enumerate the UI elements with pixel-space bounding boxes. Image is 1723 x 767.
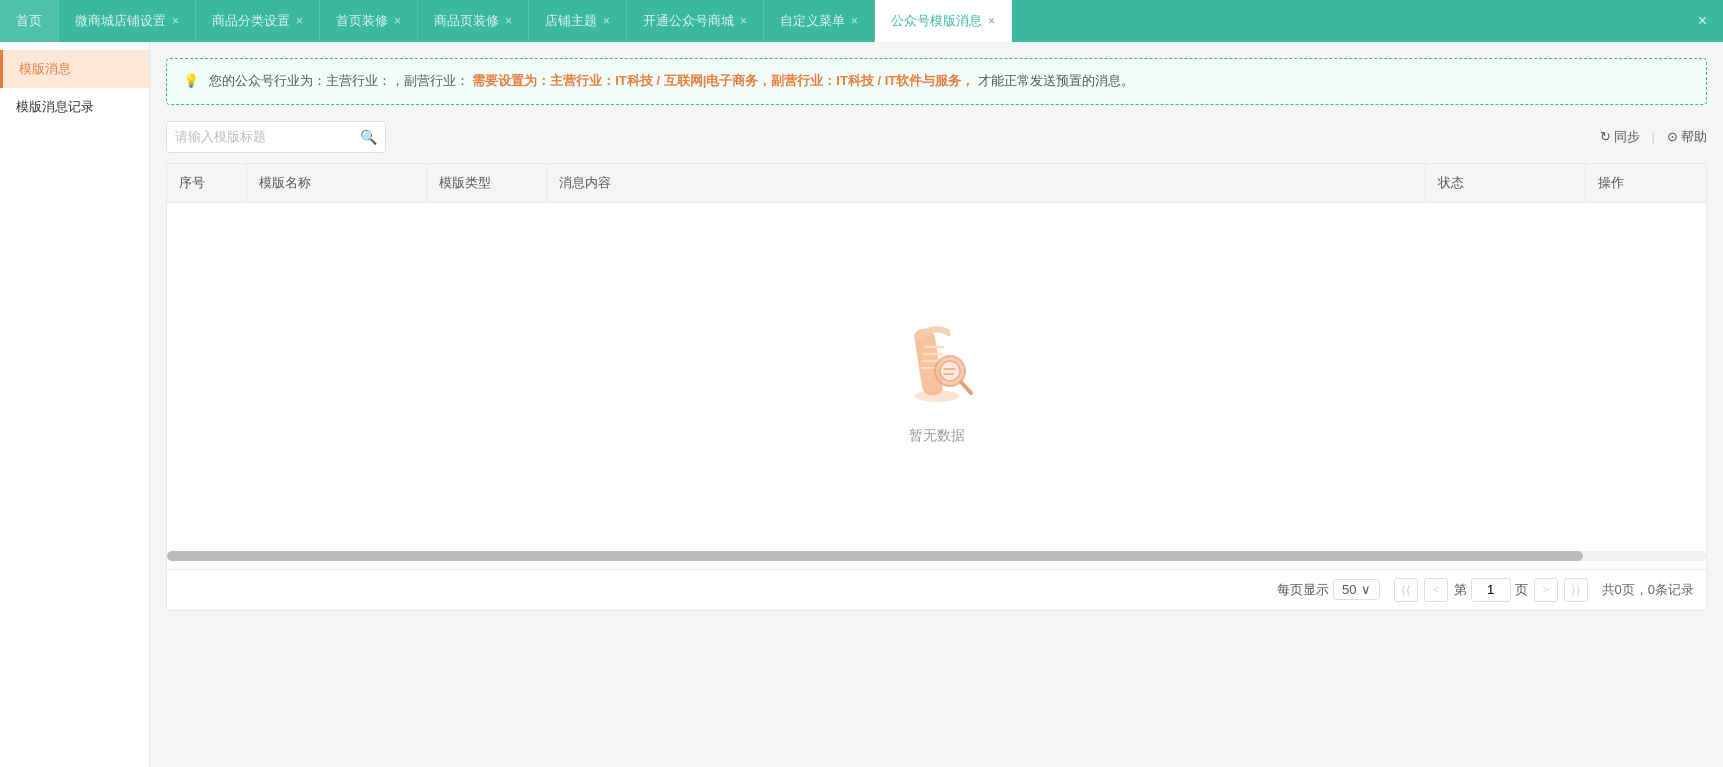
- tab-theme[interactable]: 店铺主题 ×: [529, 0, 627, 42]
- empty-illustration: [887, 311, 987, 411]
- notice-prefix: 您的公众号行业为：主营行业：，副营行业：: [209, 73, 469, 88]
- sidebar-item-label: 模版消息: [19, 61, 71, 76]
- tab-category[interactable]: 商品分类设置 ×: [196, 0, 320, 42]
- search-input[interactable]: [175, 129, 360, 144]
- tab-label: 首页装修: [336, 12, 388, 30]
- window-close-button[interactable]: ×: [1682, 12, 1723, 30]
- empty-state: 暂无数据: [887, 271, 987, 475]
- horizontal-scrollbar[interactable]: [167, 551, 1706, 561]
- tab-close-icon[interactable]: ×: [296, 15, 303, 27]
- sidebar-item-label: 模版消息记录: [16, 99, 94, 114]
- notice-box: 💡 您的公众号行业为：主营行业：，副营行业： 需要设置为：主营行业：IT科技 /…: [166, 58, 1707, 105]
- col-action: 操作: [1586, 164, 1706, 202]
- tab-close-icon[interactable]: ×: [172, 15, 179, 27]
- tab-close-icon[interactable]: ×: [394, 15, 401, 27]
- search-bar: 🔍 ↻ 同步 | ⊙ 帮助: [166, 121, 1707, 153]
- svg-point-6: [940, 361, 960, 381]
- col-name: 模版名称: [247, 164, 427, 202]
- tab-label: 商品页装修: [434, 12, 499, 30]
- page-number-input[interactable]: [1471, 578, 1511, 602]
- sidebar-item-template-record[interactable]: 模版消息记录: [0, 88, 149, 126]
- tab-home[interactable]: 首页: [0, 0, 59, 42]
- tab-label: 店铺主题: [545, 12, 597, 30]
- tab-product-decor[interactable]: 商品页装修 ×: [418, 0, 529, 42]
- prev-page-button[interactable]: ＜: [1424, 578, 1448, 602]
- tab-custom-menu[interactable]: 自定义菜单 ×: [764, 0, 875, 42]
- data-table: 序号 模版名称 模版类型 消息内容 状态 操作: [166, 163, 1707, 611]
- page-input-wrapper: 第 页: [1454, 578, 1528, 602]
- toolbar-right: ↻ 同步 | ⊙ 帮助: [1600, 128, 1707, 146]
- tab-label: 开通公众号商城: [643, 12, 734, 30]
- last-page-button[interactable]: ⟩⟩: [1564, 578, 1588, 602]
- tab-label: 首页: [16, 12, 42, 30]
- search-input-wrapper[interactable]: 🔍: [166, 121, 386, 153]
- sync-button[interactable]: ↻ 同步: [1600, 128, 1640, 146]
- tab-shop-setting[interactable]: 微商城店铺设置 ×: [59, 0, 196, 42]
- col-status: 状态: [1426, 164, 1586, 202]
- table-header: 序号 模版名称 模版类型 消息内容 状态 操作: [167, 164, 1706, 203]
- first-page-button[interactable]: ⟨⟨: [1394, 578, 1418, 602]
- sync-label: 同步: [1614, 128, 1640, 146]
- notice-suffix: 才能正常发送预置的消息。: [978, 73, 1134, 88]
- search-button[interactable]: 🔍: [360, 129, 377, 145]
- chevron-down-icon: ∨: [1361, 582, 1371, 597]
- tab-close-icon[interactable]: ×: [603, 15, 610, 27]
- svg-line-7: [961, 382, 971, 393]
- pagination: 每页显示 50 ∨ ⟨⟨ ＜ 第 页 ＞ ⟩⟩ 共0页，0条记录: [167, 569, 1706, 610]
- content-area: 💡 您的公众号行业为：主营行业：，副营行业： 需要设置为：主营行业：IT科技 /…: [150, 42, 1723, 767]
- empty-text: 暂无数据: [909, 427, 965, 445]
- col-type: 模版类型: [427, 164, 547, 202]
- tab-close-icon[interactable]: ×: [988, 15, 995, 27]
- notice-icon: 💡: [183, 73, 199, 88]
- notice-highlight: 需要设置为：主营行业：IT科技 / 互联网|电子商务，副营行业：IT科技 / I…: [472, 73, 974, 88]
- divider: |: [1652, 129, 1655, 144]
- page-size-value: 50: [1342, 582, 1356, 597]
- next-page-button[interactable]: ＞: [1534, 578, 1558, 602]
- tab-open-shop[interactable]: 开通公众号商城 ×: [627, 0, 764, 42]
- tab-homepage-decor[interactable]: 首页装修 ×: [320, 0, 418, 42]
- total-info: 共0页，0条记录: [1602, 581, 1694, 599]
- scrollbar-thumb: [167, 551, 1583, 561]
- sidebar-item-template-message[interactable]: 模版消息: [0, 50, 149, 88]
- page-size-select: 每页显示 50 ∨: [1277, 579, 1379, 600]
- col-index: 序号: [167, 164, 247, 202]
- tab-close-icon[interactable]: ×: [851, 15, 858, 27]
- page-label-before: 第: [1454, 581, 1467, 599]
- table-body: 暂无数据: [167, 203, 1706, 543]
- col-content: 消息内容: [547, 164, 1426, 202]
- tab-bar: 首页 微商城店铺设置 × 商品分类设置 × 首页装修 × 商品页装修 × 店铺主…: [0, 0, 1723, 42]
- sync-icon: ↻: [1600, 129, 1611, 144]
- tab-label: 微商城店铺设置: [75, 12, 166, 30]
- page-size-dropdown[interactable]: 50 ∨: [1333, 579, 1379, 600]
- sidebar: 模版消息 模版消息记录: [0, 42, 150, 767]
- tab-label: 自定义菜单: [780, 12, 845, 30]
- tab-template-msg[interactable]: 公众号模版消息 ×: [875, 0, 1012, 42]
- tab-close-icon[interactable]: ×: [505, 15, 512, 27]
- page-label-after: 页: [1515, 581, 1528, 599]
- page-size-label: 每页显示: [1277, 581, 1329, 599]
- help-button[interactable]: ⊙ 帮助: [1667, 128, 1707, 146]
- help-icon: ⊙: [1667, 129, 1678, 144]
- help-label: 帮助: [1681, 128, 1707, 146]
- main-layout: 模版消息 模版消息记录 💡 您的公众号行业为：主营行业：，副营行业： 需要设置为…: [0, 42, 1723, 767]
- tab-close-icon[interactable]: ×: [740, 15, 747, 27]
- tab-label: 商品分类设置: [212, 12, 290, 30]
- tab-label: 公众号模版消息: [891, 12, 982, 30]
